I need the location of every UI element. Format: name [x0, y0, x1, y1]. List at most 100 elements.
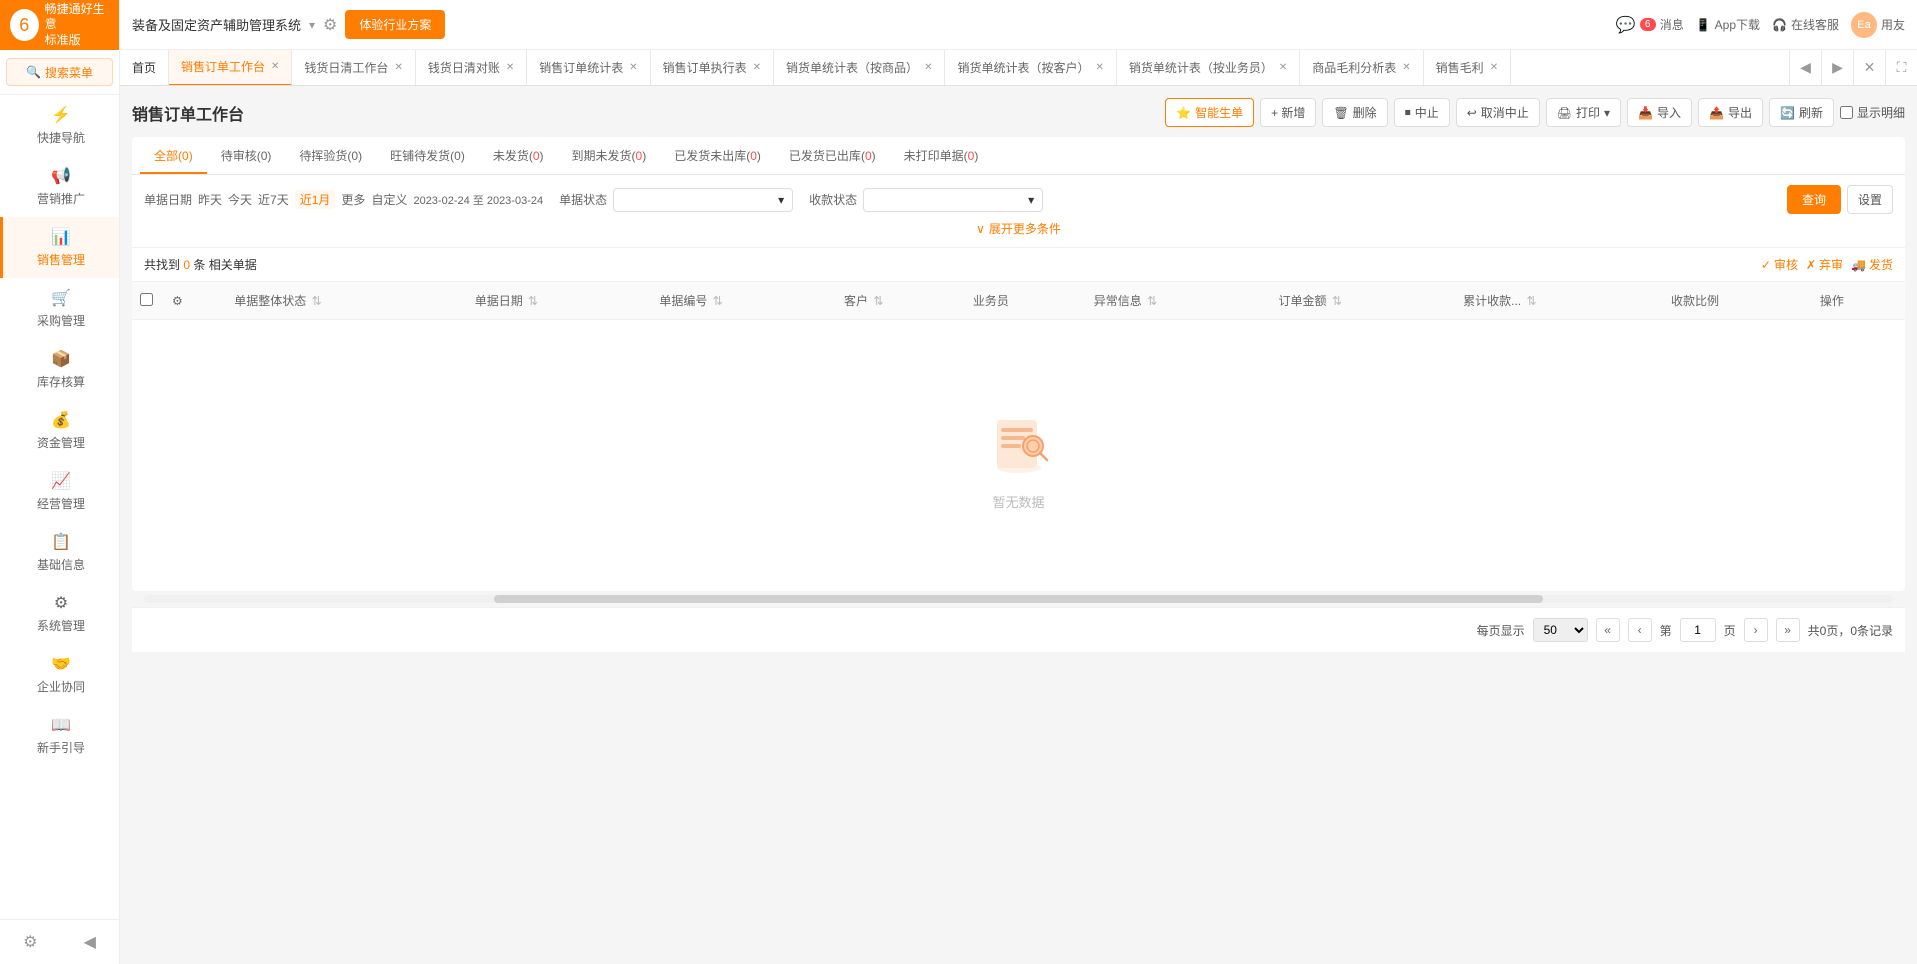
sort-abnormal-icon[interactable]: ⇅ [1147, 294, 1157, 308]
topbar-gear-icon[interactable]: ⚙ [323, 15, 337, 35]
date-shortcut-1month[interactable]: 近1月 [295, 190, 336, 209]
search-menu-button[interactable]: 🔍 搜索菜单 [6, 58, 113, 86]
sidebar-item-finance[interactable]: 💰 资金管理 [0, 400, 119, 461]
date-shortcut-7days[interactable]: 近7天 [258, 191, 289, 208]
tab-sales-stat[interactable]: 销售订单统计表 ✕ [527, 50, 650, 86]
cancel-suspend-button[interactable]: ↩ 取消中止 [1456, 98, 1540, 127]
sidebar-item-purchase[interactable]: 🛒 采购管理 [0, 278, 119, 339]
tab-close-shipment-product[interactable]: ✕ [924, 62, 932, 73]
suspend-button[interactable]: ⏹ 中止 [1394, 98, 1450, 127]
last-page-button[interactable]: » [1776, 618, 1800, 642]
horizontal-scrollbar[interactable] [144, 595, 1893, 603]
tab-close-sales-workbench[interactable]: ✕ [271, 61, 279, 72]
collapse-sidebar-button[interactable]: ◀ [80, 928, 100, 956]
filter-tab-pending-inspect[interactable]: 待挥验货(0) [285, 137, 376, 174]
sort-number-icon[interactable]: ⇅ [713, 294, 723, 308]
tab-sales-workbench[interactable]: 销售订单工作台 ✕ [169, 50, 292, 86]
tab-sales-gross[interactable]: 销售毛利 ✕ [1424, 50, 1511, 86]
tab-shipment-staff[interactable]: 销货单统计表（按业务员） ✕ [1117, 50, 1300, 86]
industry-solution-button[interactable]: 体验行业方案 [345, 10, 445, 39]
filter-tab-overdue[interactable]: 到期未发货(0) [558, 137, 661, 174]
tab-close-sales-exec[interactable]: ✕ [753, 62, 761, 73]
date-shortcut-more[interactable]: 更多 [341, 191, 365, 208]
scrollbar-thumb[interactable] [494, 595, 1543, 603]
filter-tab-unprinted[interactable]: 未打印单据(0) [890, 137, 993, 174]
tab-home[interactable]: 首页 [120, 50, 169, 86]
payment-select[interactable]: ▾ [863, 188, 1043, 212]
audit-button[interactable]: ✓ 审核 [1761, 256, 1798, 273]
export-button[interactable]: 📤 导出 [1698, 98, 1763, 127]
add-button[interactable]: + 新增 [1260, 98, 1316, 127]
page-number-input[interactable] [1680, 618, 1716, 642]
online-service-button[interactable]: 🎧 在线客服 [1772, 16, 1839, 33]
app-download-button[interactable]: 📱 App下载 [1696, 16, 1760, 33]
page-label-prefix: 第 [1660, 622, 1672, 639]
status-select[interactable]: ▾ [613, 188, 793, 212]
sort-collected-icon[interactable]: ⇅ [1526, 294, 1536, 308]
tab-close-shipment-staff[interactable]: ✕ [1279, 62, 1287, 73]
tab-cash-reconcile[interactable]: 钱货日清对账 ✕ [416, 50, 527, 86]
sort-date-icon[interactable]: ⇅ [528, 294, 538, 308]
smart-generate-button[interactable]: ⭐ 智能生单 [1165, 98, 1254, 127]
tab-shipment-customer[interactable]: 销货单统计表（按客户） ✕ [945, 50, 1116, 86]
tab-close-daily-cash[interactable]: ✕ [394, 62, 402, 73]
tab-close-cash-reconcile[interactable]: ✕ [506, 62, 514, 73]
sidebar-item-quick-nav[interactable]: ⚡ 快捷导航 [0, 95, 119, 156]
cancel-audit-button[interactable]: ✗ 弃审 [1806, 256, 1843, 273]
settings-button[interactable]: 设置 [1847, 185, 1893, 214]
table-header-row: ⚙ 单据整体状态 ⇅ 单据日期 ⇅ 单据编号 ⇅ [132, 282, 1905, 320]
tab-sales-exec[interactable]: 销售订单执行表 ✕ [651, 50, 774, 86]
sidebar-item-marketing[interactable]: 📢 营销推广 [0, 156, 119, 217]
tab-scroll-left[interactable]: ◀ [1789, 50, 1821, 86]
filter-tab-wangpu-ship[interactable]: 旺铺待发货(0) [376, 137, 479, 174]
filter-tab-shipped-not-out[interactable]: 已发货未出库(0) [660, 137, 775, 174]
sort-customer-icon[interactable]: ⇅ [873, 294, 883, 308]
tab-scroll-right[interactable]: ▶ [1821, 50, 1853, 86]
tab-close-gross-profit[interactable]: ✕ [1402, 62, 1410, 73]
tab-expand[interactable]: ⛶ [1885, 50, 1917, 86]
tab-daily-cash[interactable]: 钱货日清工作台 ✕ [292, 50, 415, 86]
expand-conditions-button[interactable]: ∨ 展开更多条件 [976, 220, 1061, 237]
import-button[interactable]: 📥 导入 [1627, 98, 1692, 127]
settings-footer-button[interactable]: ⚙ [19, 928, 41, 956]
message-button[interactable]: 💬 6 消息 [1616, 15, 1684, 35]
refresh-button[interactable]: 🔄 刷新 [1769, 98, 1834, 127]
sidebar-item-guide[interactable]: 📖 新手引导 [0, 705, 119, 766]
tab-close-sales-stat[interactable]: ✕ [629, 62, 637, 73]
sidebar-item-basic-info[interactable]: 📋 基础信息 [0, 522, 119, 583]
sort-amount-icon[interactable]: ⇅ [1332, 294, 1342, 308]
show-detail-label[interactable]: 显示明细 [1840, 104, 1905, 121]
sidebar-item-system[interactable]: ⚙ 系统管理 [0, 583, 119, 644]
query-button[interactable]: 查询 [1787, 185, 1841, 214]
tab-shipment-product[interactable]: 销货单统计表（按商品） ✕ [774, 50, 945, 86]
tab-close-sales-gross[interactable]: ✕ [1490, 62, 1498, 73]
filter-tab-shipped-out[interactable]: 已发货已出库(0) [775, 137, 890, 174]
page-size-select[interactable]: 50 100 200 [1533, 618, 1588, 642]
select-all-checkbox[interactable] [140, 293, 153, 306]
date-shortcut-today[interactable]: 今天 [228, 191, 252, 208]
th-ratio: 收款比例 [1663, 282, 1812, 320]
tab-close-all[interactable]: ✕ [1853, 50, 1885, 86]
first-page-button[interactable]: « [1596, 618, 1620, 642]
tab-close-shipment-customer[interactable]: ✕ [1095, 62, 1103, 73]
topbar-dropdown-icon[interactable]: ▾ [309, 18, 315, 32]
sidebar-item-cooperation[interactable]: 🤝 企业协同 [0, 644, 119, 705]
user-menu[interactable]: Ea 用友 [1851, 12, 1905, 38]
th-settings-icon[interactable]: ⚙ [172, 294, 183, 308]
date-shortcut-custom[interactable]: 自定义 [371, 191, 407, 208]
prev-page-button[interactable]: ‹ [1628, 618, 1652, 642]
sort-status-icon[interactable]: ⇅ [312, 294, 322, 308]
show-detail-checkbox[interactable] [1840, 106, 1853, 119]
sidebar-item-inventory[interactable]: 📦 库存核算 [0, 339, 119, 400]
sidebar-item-operations[interactable]: 📈 经营管理 [0, 461, 119, 522]
filter-tab-unshipped[interactable]: 未发货(0) [479, 137, 558, 174]
filter-tab-all[interactable]: 全部(0) [140, 137, 207, 174]
ship-button[interactable]: 🚚 发货 [1851, 256, 1893, 273]
filter-tab-pending-review[interactable]: 待审核(0) [207, 137, 286, 174]
print-button[interactable]: 🖨 打印 ▾ [1546, 98, 1621, 127]
delete-button[interactable]: 🗑 删除 [1322, 98, 1387, 127]
sidebar-item-sales[interactable]: 📊 销售管理 [0, 217, 119, 278]
tab-gross-profit[interactable]: 商品毛利分析表 ✕ [1300, 50, 1423, 86]
date-shortcut-yesterday[interactable]: 昨天 [198, 191, 222, 208]
next-page-button[interactable]: › [1744, 618, 1768, 642]
